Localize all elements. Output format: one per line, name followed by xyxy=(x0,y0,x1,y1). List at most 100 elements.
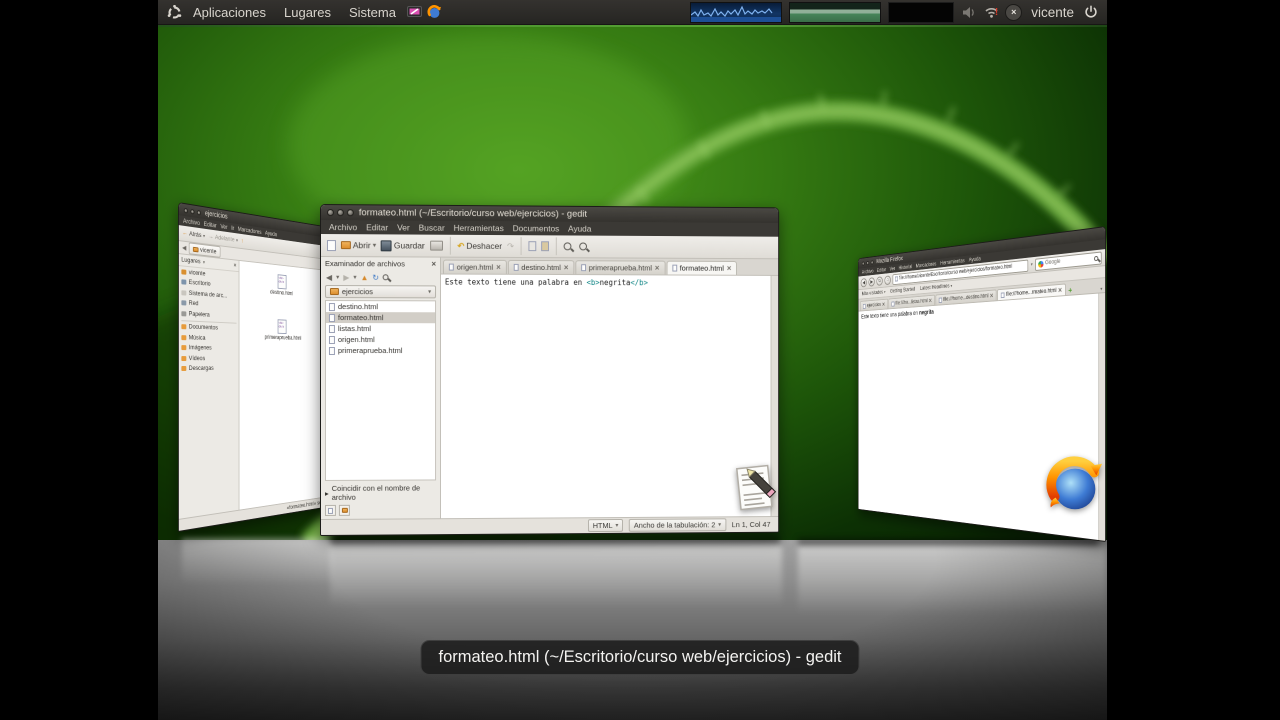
bookmark-latest-headlines[interactable]: Latest Headlines ▾ xyxy=(920,283,952,292)
forward-icon[interactable]: ▶ xyxy=(343,273,349,282)
new-folder-button[interactable] xyxy=(339,505,350,516)
new-file-button[interactable] xyxy=(325,505,336,516)
maximize-button[interactable] xyxy=(871,260,874,264)
menu-herramientas[interactable]: Herramientas xyxy=(454,223,504,233)
new-document-icon[interactable] xyxy=(327,240,336,251)
tab-origen[interactable]: origen.html × xyxy=(443,260,507,274)
close-tab-icon[interactable]: × xyxy=(882,301,885,309)
bookmark-getting-started[interactable]: Getting Started xyxy=(890,286,915,294)
open-recent-caret-icon[interactable]: ▾ xyxy=(373,241,376,249)
tab-width-combo[interactable]: Ancho de la tabulación: 2 ▾ xyxy=(629,518,726,531)
menu-editar[interactable]: Editar xyxy=(204,220,217,229)
back-caret-icon[interactable]: ▾ xyxy=(336,273,339,281)
tab-list-icon[interactable]: ▾ xyxy=(1100,286,1102,292)
recordmydesktop-icon[interactable] xyxy=(407,4,423,20)
save-button[interactable]: Guardar xyxy=(381,240,425,251)
close-tab-icon[interactable]: × xyxy=(929,297,932,305)
place-descargas[interactable]: Descargas xyxy=(179,364,239,374)
maximize-button[interactable] xyxy=(347,209,354,216)
file-row[interactable]: origen.html xyxy=(326,334,435,345)
forward-button[interactable]: ▶ xyxy=(869,277,875,287)
panel-close-icon[interactable]: × xyxy=(431,260,436,269)
file-row[interactable]: listas.html xyxy=(326,323,435,334)
volume-icon[interactable] xyxy=(961,4,977,20)
url-dropdown-icon[interactable]: ▾ xyxy=(1031,262,1033,268)
menu-ir[interactable]: Ir xyxy=(231,225,234,232)
paste-icon[interactable] xyxy=(541,241,549,251)
back-icon[interactable]: ◀ xyxy=(326,273,332,282)
menu-editar[interactable]: Editar xyxy=(366,222,388,232)
menu-ayuda[interactable]: Ayuda xyxy=(265,230,277,238)
folder-combo[interactable]: ejercicios ▾ xyxy=(325,285,436,298)
minimize-button[interactable] xyxy=(337,209,344,216)
menu-editar[interactable]: Editar xyxy=(877,267,886,274)
refresh-icon[interactable]: ↻ xyxy=(372,273,379,282)
undo-button[interactable]: ↶ Deshacer xyxy=(457,240,502,251)
power-icon[interactable] xyxy=(1083,4,1099,20)
language-combo[interactable]: HTML ▾ xyxy=(588,519,623,532)
forward-button[interactable]: → Adelante ▾ xyxy=(208,233,238,244)
up-icon[interactable]: ▲ xyxy=(361,273,369,282)
applet-capture-preview[interactable] xyxy=(789,2,881,23)
search-icon[interactable] xyxy=(1094,255,1098,260)
open-button[interactable]: Abrir ▾ xyxy=(341,240,376,250)
redo-icon[interactable]: ↷ xyxy=(507,241,514,252)
up-button[interactable]: ↑ xyxy=(241,238,243,245)
file-row[interactable]: primeraprueba.html xyxy=(326,345,435,356)
replace-icon[interactable] xyxy=(579,242,587,250)
places-caret-icon[interactable]: ▾ xyxy=(203,259,205,265)
copy-icon[interactable] xyxy=(529,241,537,251)
minimize-button[interactable] xyxy=(190,208,194,214)
presence-icon[interactable]: × xyxy=(1005,4,1022,21)
menu-ver[interactable]: Ver xyxy=(397,222,410,232)
home-button[interactable]: ⌂ xyxy=(884,275,890,285)
close-tab-icon[interactable]: × xyxy=(990,291,993,299)
reload-button[interactable]: ↻ xyxy=(876,276,882,286)
file-destino[interactable]: <ht> div tx destino.html xyxy=(265,273,299,298)
applet-black-preview[interactable] xyxy=(888,2,954,23)
back-button[interactable]: ◀ xyxy=(861,278,867,287)
minimize-button[interactable] xyxy=(866,260,869,264)
breadcrumb-scroll-left-icon[interactable]: ◀ xyxy=(182,244,186,252)
back-history-caret-icon[interactable]: ▾ xyxy=(203,233,205,239)
close-tab-icon[interactable]: × xyxy=(1058,286,1062,295)
place-videos[interactable]: Vídeos xyxy=(179,353,239,364)
user-menu[interactable]: vicente xyxy=(1029,5,1076,20)
menu-aplicaciones[interactable]: Aplicaciones xyxy=(186,2,273,23)
close-button[interactable] xyxy=(327,209,334,216)
nautilus-file-pane[interactable]: <ht> div tx destino.html <ht> div tx pri… xyxy=(239,261,328,510)
maximize-button[interactable] xyxy=(197,210,201,216)
tab-formateo[interactable]: formateo.html × xyxy=(666,261,737,275)
gedit-window[interactable]: formateo.html (~/Escritorio/curso web/ej… xyxy=(320,204,779,536)
file-primeraprueba[interactable]: <ht> div tx primeraprueba.html xyxy=(265,319,299,342)
menu-ayuda[interactable]: Ayuda xyxy=(568,224,591,234)
close-tab-icon[interactable]: × xyxy=(655,264,660,273)
file-row-selected[interactable]: formateo.html xyxy=(326,312,435,323)
filter-search-icon[interactable] xyxy=(383,274,389,280)
match-filename-expander[interactable]: ▸ Coincidir con el nombre de archivo xyxy=(321,481,440,504)
tab-primeraprueba[interactable]: primeraprueba.html × xyxy=(575,260,665,274)
close-button[interactable] xyxy=(862,261,865,265)
forward-caret-icon[interactable]: ▾ xyxy=(353,273,356,281)
print-icon[interactable] xyxy=(430,241,443,251)
menu-ver[interactable]: Ver xyxy=(890,265,895,271)
menu-ver[interactable]: Ver xyxy=(220,223,227,231)
applet-waveform-preview[interactable] xyxy=(690,2,782,23)
bookmark-mas-visitados[interactable]: Más visitados ▾ xyxy=(862,289,886,297)
menu-ayuda[interactable]: Ayuda xyxy=(969,255,981,263)
menu-lugares[interactable]: Lugares xyxy=(277,2,338,23)
places-close-icon[interactable]: × xyxy=(234,262,237,269)
nautilus-window[interactable]: ejercicios Archivo Editar Ver Ir Marcado… xyxy=(178,202,329,532)
close-tab-icon[interactable]: × xyxy=(564,263,569,272)
ubuntu-logo-icon[interactable] xyxy=(166,4,182,20)
close-tab-icon[interactable]: × xyxy=(727,264,731,273)
close-button[interactable] xyxy=(184,207,188,213)
menu-archivo[interactable]: Archivo xyxy=(329,222,357,232)
firefox-panel-icon[interactable] xyxy=(427,4,443,20)
tab-destino[interactable]: destino.html × xyxy=(508,260,575,274)
menu-buscar[interactable]: Buscar xyxy=(419,223,445,233)
search-icon[interactable] xyxy=(564,242,572,250)
new-tab-button[interactable]: + xyxy=(1067,286,1074,295)
menu-archivo[interactable]: Archivo xyxy=(862,268,874,275)
close-tab-icon[interactable]: × xyxy=(496,263,501,272)
